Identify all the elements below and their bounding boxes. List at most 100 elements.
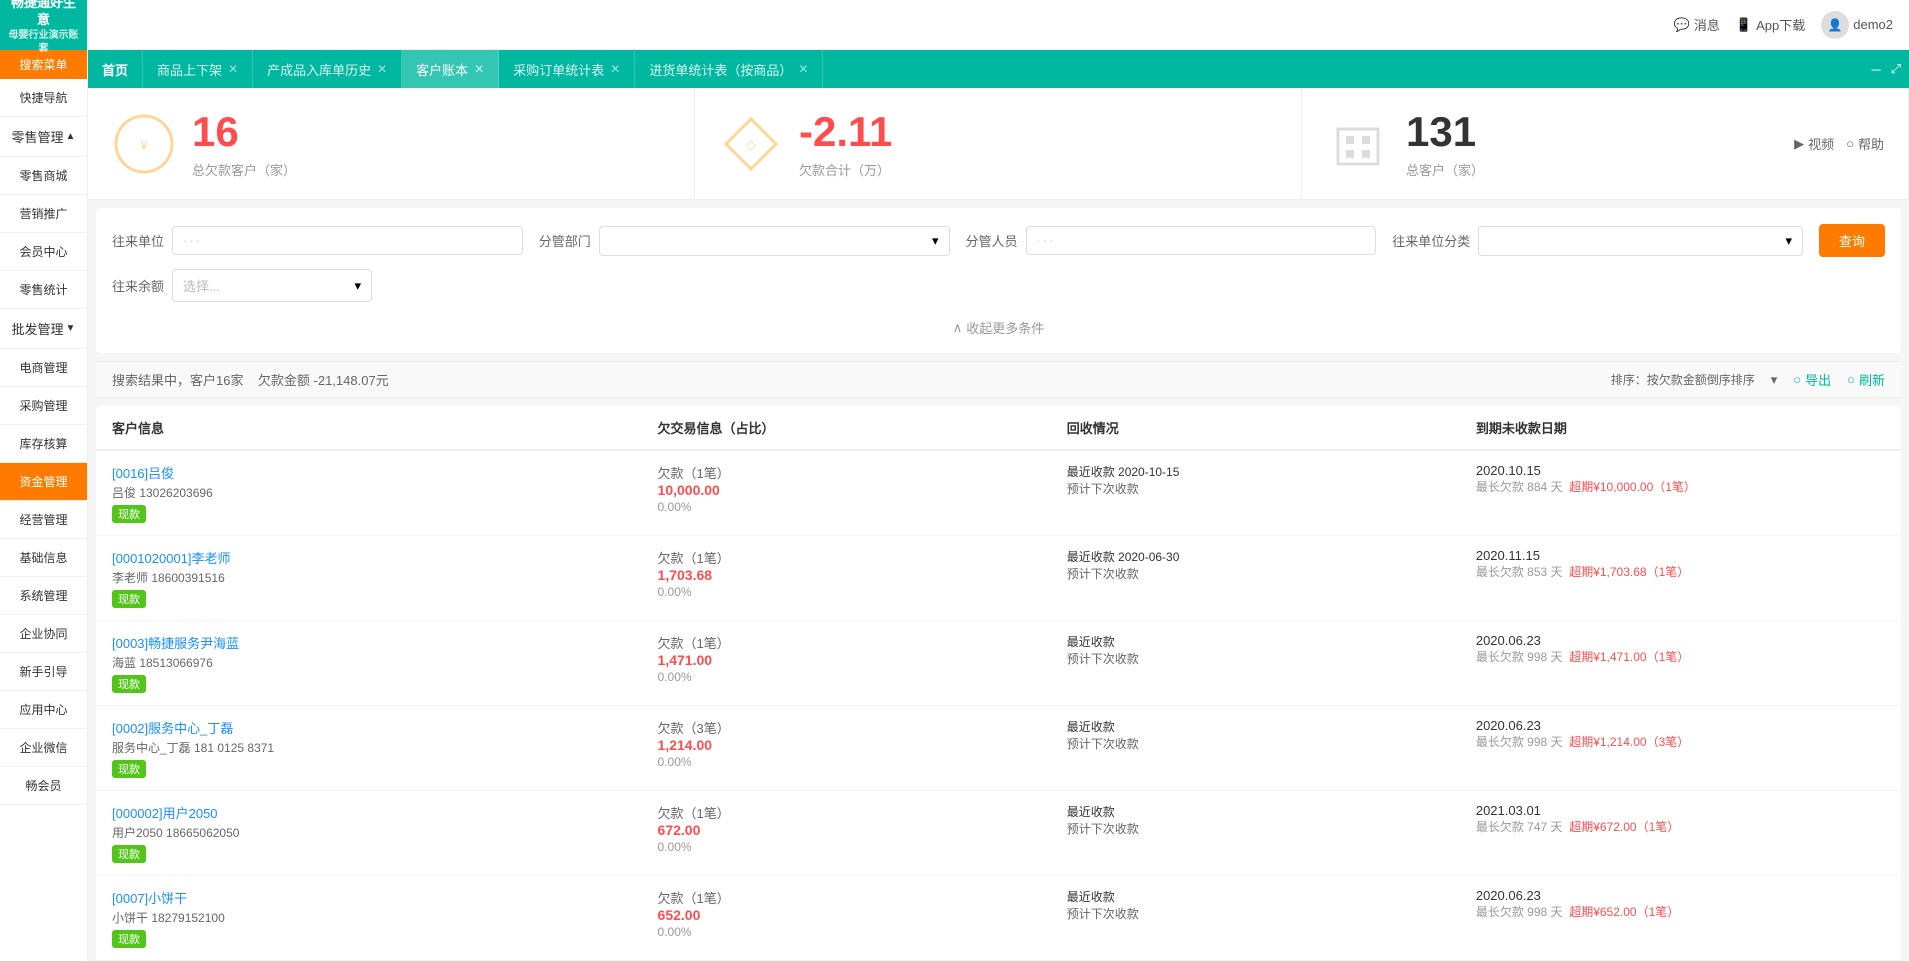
owe-count: 欠款（1笔） <box>658 633 1067 652</box>
source-unit-label: 往来单位 <box>112 231 164 250</box>
overdue-amount-link[interactable]: 超期¥10,000.00（1笔） <box>1569 480 1696 494</box>
tab-product-shelves[interactable]: 商品上下架 ✕ <box>143 50 253 88</box>
customer-name-link[interactable]: [0016]吕俊 <box>112 463 658 482</box>
customer-phone: 李老师 18600391516 <box>112 569 658 586</box>
tab-purchase-order[interactable]: 采购订单统计表 ✕ <box>499 50 635 88</box>
sidebar-item-enterprise-collab[interactable]: 企业协同 <box>0 615 87 653</box>
chevron-down-icon-3: ▾ <box>354 278 361 294</box>
last-collect-date: 最近收款 <box>1067 633 1476 650</box>
overdue-amount-label: 欠款合计（万） <box>799 160 892 179</box>
sidebar-item-retail-stats[interactable]: 零售统计 <box>0 271 87 309</box>
customer-phone: 小饼干 18279152100 <box>112 909 658 926</box>
owe-amount: 1,471.00 <box>658 652 1067 668</box>
help-btn[interactable]: ○ 帮助 <box>1846 134 1884 153</box>
collection-cell: 最近收款 预计下次收款 <box>1067 803 1476 837</box>
user-avatar[interactable]: 👤 demo2 <box>1821 11 1893 39</box>
balance-select[interactable]: 选择... ▾ <box>172 269 372 302</box>
collapse-btn[interactable]: ∧ 收起更多条件 <box>112 318 1885 337</box>
tabs-minimize-icon[interactable]: － <box>1870 60 1883 79</box>
owe-percent: 0.00% <box>658 840 1067 854</box>
sidebar-item-member-center[interactable]: 会员中心 <box>0 233 87 271</box>
collection-cell: 最近收款 预计下次收款 <box>1067 633 1476 667</box>
owe-info-cell: 欠款（1笔） 652.00 0.00% <box>658 888 1067 939</box>
stat-card-total-customers: 131 总客户（家） ▶ 视频 ○ 帮助 <box>1302 88 1909 199</box>
customer-name-link[interactable]: [0003]畅捷服务尹海蓝 <box>112 633 658 652</box>
sidebar-item-vip-member[interactable]: 畅会员 <box>0 767 87 805</box>
sidebar-item-quick-nav[interactable]: 快捷导航 <box>0 79 87 117</box>
overdue-amount-link[interactable]: 超期¥1,703.68（1笔） <box>1569 565 1689 579</box>
stat-icon-currency: ¥ <box>112 112 176 176</box>
refresh-btn[interactable]: ○ 刷新 <box>1847 370 1885 389</box>
overdue-amount-link[interactable]: 超期¥1,471.00（1笔） <box>1569 650 1689 664</box>
dept-select[interactable]: ▾ <box>599 226 950 256</box>
owe-info-cell: 欠款（1笔） 1,703.68 0.00% <box>658 548 1067 599</box>
view-video-btn[interactable]: ▶ 视频 <box>1794 134 1834 153</box>
result-bar: 搜索结果中，客户16家 欠款金额 -21,148.07元 排序：按欠款金额倒序排… <box>96 361 1901 398</box>
tab-customer-account[interactable]: 客户账本 ✕ <box>402 50 499 88</box>
tab-home[interactable]: 首页 <box>88 50 143 88</box>
sidebar-item-batch-mgmt[interactable]: 批发管理 ▼ <box>0 309 87 349</box>
customer-name-link[interactable]: [0001020001]李老师 <box>112 548 658 567</box>
manager-input[interactable]: ··· <box>1026 226 1377 255</box>
tabs-expand-icon[interactable]: ⤢ <box>1891 61 1901 77</box>
app-download-btn[interactable]: 📱 App下载 <box>1736 15 1805 34</box>
sidebar-item-marketing[interactable]: 营销推广 <box>0 195 87 233</box>
overdue-days: 最长欠款 998 天 超期¥1,471.00（1笔） <box>1476 648 1885 665</box>
overdue-amount-link[interactable]: 超期¥672.00（1笔） <box>1569 820 1679 834</box>
table-row: [0001020001]李老师 李老师 18600391516 现款 欠款（1笔… <box>96 536 1901 621</box>
customer-phone: 服务中心_丁磊 181 0125 8371 <box>112 739 658 756</box>
tab-purchase-stats[interactable]: 进货单统计表（按商品） ✕ <box>635 50 823 88</box>
filter-balance: 往来余额 选择... ▾ <box>112 269 1885 302</box>
tab-close-purchase-stats[interactable]: ✕ <box>798 62 808 76</box>
sidebar-item-system-mgmt[interactable]: 系统管理 <box>0 577 87 615</box>
tab-close-customer-account[interactable]: ✕ <box>474 62 484 76</box>
owe-info-cell: 欠款（1笔） 10,000.00 0.00% <box>658 463 1067 514</box>
table-row: [0002]服务中心_丁磊 服务中心_丁磊 181 0125 8371 现款 欠… <box>96 706 1901 791</box>
overdue-amount-link[interactable]: 超期¥652.00（1笔） <box>1569 905 1679 919</box>
tab-close-produce-history[interactable]: ✕ <box>377 62 387 76</box>
query-button[interactable]: 查询 <box>1819 224 1885 257</box>
customer-info-cell: [0007]小饼干 小饼干 18279152100 现款 <box>112 888 658 948</box>
sidebar-item-inventory[interactable]: 库存核算 <box>0 425 87 463</box>
due-date-cell: 2020.06.23 最长欠款 998 天 超期¥652.00（1笔） <box>1476 888 1885 920</box>
tab-close-purchase-order[interactable]: ✕ <box>610 62 620 76</box>
sidebar-item-retail-mgmt[interactable]: 零售管理 ▲ <box>0 117 87 157</box>
owe-info-cell: 欠款（1笔） 1,471.00 0.00% <box>658 633 1067 684</box>
sidebar-item-app-center[interactable]: 应用中心 <box>0 691 87 729</box>
customer-table: 客户信息 欠交易信息（占比） 回收情况 到期未收款日期 [0016]吕俊 吕俊 … <box>96 406 1901 961</box>
unit-category-select[interactable]: ▾ <box>1478 226 1803 256</box>
col-header-due-date: 到期未收款日期 <box>1476 418 1885 437</box>
tab-close-product-shelves[interactable]: ✕ <box>228 62 238 76</box>
collection-cell: 最近收款 预计下次收款 <box>1067 718 1476 752</box>
sidebar-item-ecommerce[interactable]: 电商管理 <box>0 349 87 387</box>
collection-cell: 最近收款 预计下次收款 <box>1067 888 1476 922</box>
sidebar-item-new-guide[interactable]: 新手引导 <box>0 653 87 691</box>
table-row: [000002]用户2050 用户2050 18665062050 现款 欠款（… <box>96 791 1901 876</box>
customer-name-link[interactable]: [000002]用户2050 <box>112 803 658 822</box>
sidebar-item-retail-mall[interactable]: 零售商城 <box>0 157 87 195</box>
tab-produce-history[interactable]: 产成品入库单历史 ✕ <box>253 50 402 88</box>
owe-percent: 0.00% <box>658 670 1067 684</box>
owe-count: 欠款（3笔） <box>658 718 1067 737</box>
customer-info-cell: [0001020001]李老师 李老师 18600391516 现款 <box>112 548 658 608</box>
sidebar-item-ops-mgmt[interactable]: 经营管理 <box>0 501 87 539</box>
svg-text:¥: ¥ <box>139 138 148 153</box>
overdue-customers-number: 16 <box>192 108 296 156</box>
export-btn[interactable]: ○ 导出 <box>1793 370 1831 389</box>
sort-label: 排序：按欠款金额倒序排序 <box>1611 371 1755 388</box>
table-row: [0003]畅捷服务尹海蓝 海蓝 18513066976 现款 欠款（1笔） 1… <box>96 621 1901 706</box>
customer-name-link[interactable]: [0002]服务中心_丁磊 <box>112 718 658 737</box>
owe-info-cell: 欠款（1笔） 672.00 0.00% <box>658 803 1067 854</box>
sidebar-item-enterprise-wechat[interactable]: 企业微信 <box>0 729 87 767</box>
sidebar-item-capital-mgmt[interactable]: 资金管理 <box>0 463 87 501</box>
next-collect-label: 预计下次收款 <box>1067 650 1476 667</box>
next-collect-label: 预计下次收款 <box>1067 905 1476 922</box>
overdue-amount-link[interactable]: 超期¥1,214.00（3笔） <box>1569 735 1689 749</box>
source-unit-input[interactable]: ··· <box>172 226 523 255</box>
message-btn[interactable]: 💬 消息 <box>1674 15 1720 34</box>
sidebar-item-basic-info[interactable]: 基础信息 <box>0 539 87 577</box>
sidebar-item-purchase-mgmt[interactable]: 采购管理 <box>0 387 87 425</box>
customer-badge: 现款 <box>112 505 146 523</box>
customer-name-link[interactable]: [0007]小饼干 <box>112 888 658 907</box>
owe-amount: 10,000.00 <box>658 482 1067 498</box>
